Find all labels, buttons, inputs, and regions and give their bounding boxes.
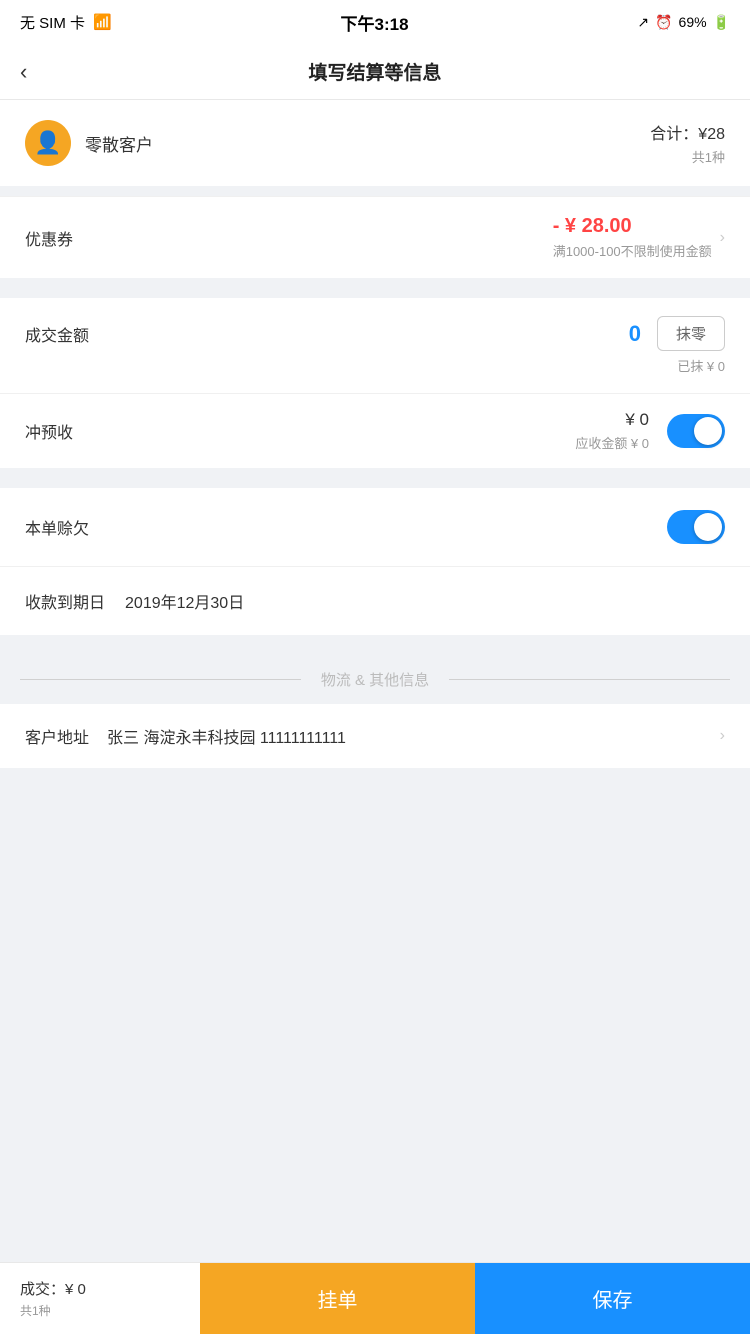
bottom-info: 成交：¥ 0 共1种 (0, 1278, 200, 1319)
prepaid-sub: 应收金额 ¥ 0 (575, 433, 649, 452)
prepaid-amount: ¥ 0 (575, 410, 649, 430)
address-row[interactable]: 客户地址 张三 海淀永丰科技园 11111111111 › (0, 704, 750, 768)
customer-section: 👤 零散客户 合计：¥28 共1种 (0, 100, 750, 186)
main-content: 👤 零散客户 合计：¥28 共1种 优惠券 - ¥ 28.00 满1000-10… (0, 100, 750, 1050)
status-bar-left: 无 SIM 卡 📶 (20, 12, 112, 33)
debt-section: 本单赊欠 收款到期日 2019年12月30日 (0, 488, 750, 635)
hangup-button[interactable]: 挂单 (200, 1263, 475, 1334)
alarm-icon: ⏰ (655, 14, 672, 31)
transaction-row: 成交金额 0 抹零 (25, 316, 725, 351)
location-icon: ↗ (637, 14, 649, 31)
debt-label: 本单赊欠 (25, 515, 89, 539)
address-section: 客户地址 张三 海淀永丰科技园 11111111111 › (0, 704, 750, 768)
prepaid-row: 冲预收 ¥ 0 应收金额 ¥ 0 (0, 393, 750, 468)
avatar: 👤 (25, 120, 71, 166)
customer-total: 合计：¥28 (650, 120, 725, 144)
bottom-count: 共1种 (20, 1302, 180, 1319)
coupon-row[interactable]: 优惠券 - ¥ 28.00 满1000-100不限制使用金额 › (0, 196, 750, 278)
carrier-text: 无 SIM 卡 (20, 12, 85, 33)
prepaid-amounts: ¥ 0 应收金额 ¥ 0 (575, 410, 649, 452)
section-divider-1 (0, 288, 750, 298)
transaction-amount: 0 (629, 321, 641, 347)
round-button[interactable]: 抹零 (657, 316, 725, 351)
wifi-icon: 📶 (93, 13, 112, 31)
duedate-label: 收款到期日 (25, 589, 105, 613)
customer-left: 👤 零散客户 (25, 120, 153, 166)
battery-icon: 🔋 (713, 14, 730, 31)
logistics-text: 物流 & 其他信息 (321, 669, 429, 690)
coupon-info: - ¥ 28.00 满1000-100不限制使用金额 (553, 215, 712, 260)
prepaid-toggle[interactable] (667, 414, 725, 448)
coupon-discount: - ¥ 28.00 (553, 215, 712, 238)
section-divider-3 (0, 645, 750, 655)
bottom-transaction-value: ¥ 0 (65, 1281, 86, 1298)
bottom-transaction-label: 成交： (20, 1281, 65, 1298)
bottom-bar: 成交：¥ 0 共1种 挂单 保存 (0, 1262, 750, 1334)
duedate-value: 2019年12月30日 (125, 589, 244, 613)
logistics-divider: 物流 & 其他信息 (0, 655, 750, 704)
bottom-transaction: 成交：¥ 0 (20, 1278, 180, 1299)
save-button[interactable]: 保存 (475, 1263, 750, 1334)
transaction-section: 成交金额 0 抹零 已抹 ¥ 0 冲预收 ¥ 0 应收金额 ¥ 0 (0, 298, 750, 468)
prepaid-label: 冲预收 (25, 419, 73, 443)
transaction-sub: 已抹 ¥ 0 (25, 356, 725, 375)
debt-toggle-knob (694, 513, 722, 541)
address-label: 客户地址 (25, 724, 89, 748)
transaction-right: 0 抹零 (629, 316, 725, 351)
prepaid-right: ¥ 0 应收金额 ¥ 0 (575, 410, 725, 452)
section-divider-2 (0, 478, 750, 488)
debt-row: 本单赊欠 (0, 488, 750, 566)
coupon-label: 优惠券 (25, 226, 73, 250)
duedate-row[interactable]: 收款到期日 2019年12月30日 (0, 566, 750, 635)
back-button[interactable]: ‹ (20, 59, 27, 85)
status-bar-time: 下午3:18 (341, 10, 409, 35)
page-title: 填写结算等信息 (308, 58, 441, 85)
logistics-line-left (20, 679, 301, 680)
customer-row[interactable]: 👤 零散客户 合计：¥28 共1种 (0, 100, 750, 186)
coupon-right: - ¥ 28.00 满1000-100不限制使用金额 › (553, 215, 725, 260)
customer-name: 零散客户 (85, 131, 153, 156)
status-bar: 无 SIM 卡 📶 下午3:18 ↗ ⏰ 69% 🔋 (0, 0, 750, 44)
section-divider-4 (0, 778, 750, 978)
debt-toggle[interactable] (667, 510, 725, 544)
coupon-section: 优惠券 - ¥ 28.00 满1000-100不限制使用金额 › (0, 196, 750, 278)
logistics-line-right (449, 679, 730, 680)
transaction-label: 成交金额 (25, 322, 89, 346)
coupon-desc: 满1000-100不限制使用金额 (553, 241, 712, 260)
battery-text: 69% (679, 14, 707, 30)
coupon-arrow-icon: › (720, 229, 725, 247)
customer-count: 共1种 (650, 147, 725, 166)
address-arrow-icon: › (720, 727, 725, 745)
toggle-knob (694, 417, 722, 445)
customer-right: 合计：¥28 共1种 (650, 120, 725, 166)
address-value: 张三 海淀永丰科技园 11111111111 (107, 724, 720, 748)
bottom-actions: 挂单 保存 (200, 1263, 750, 1334)
status-bar-right: ↗ ⏰ 69% 🔋 (637, 14, 730, 31)
nav-bar: ‹ 填写结算等信息 (0, 44, 750, 100)
